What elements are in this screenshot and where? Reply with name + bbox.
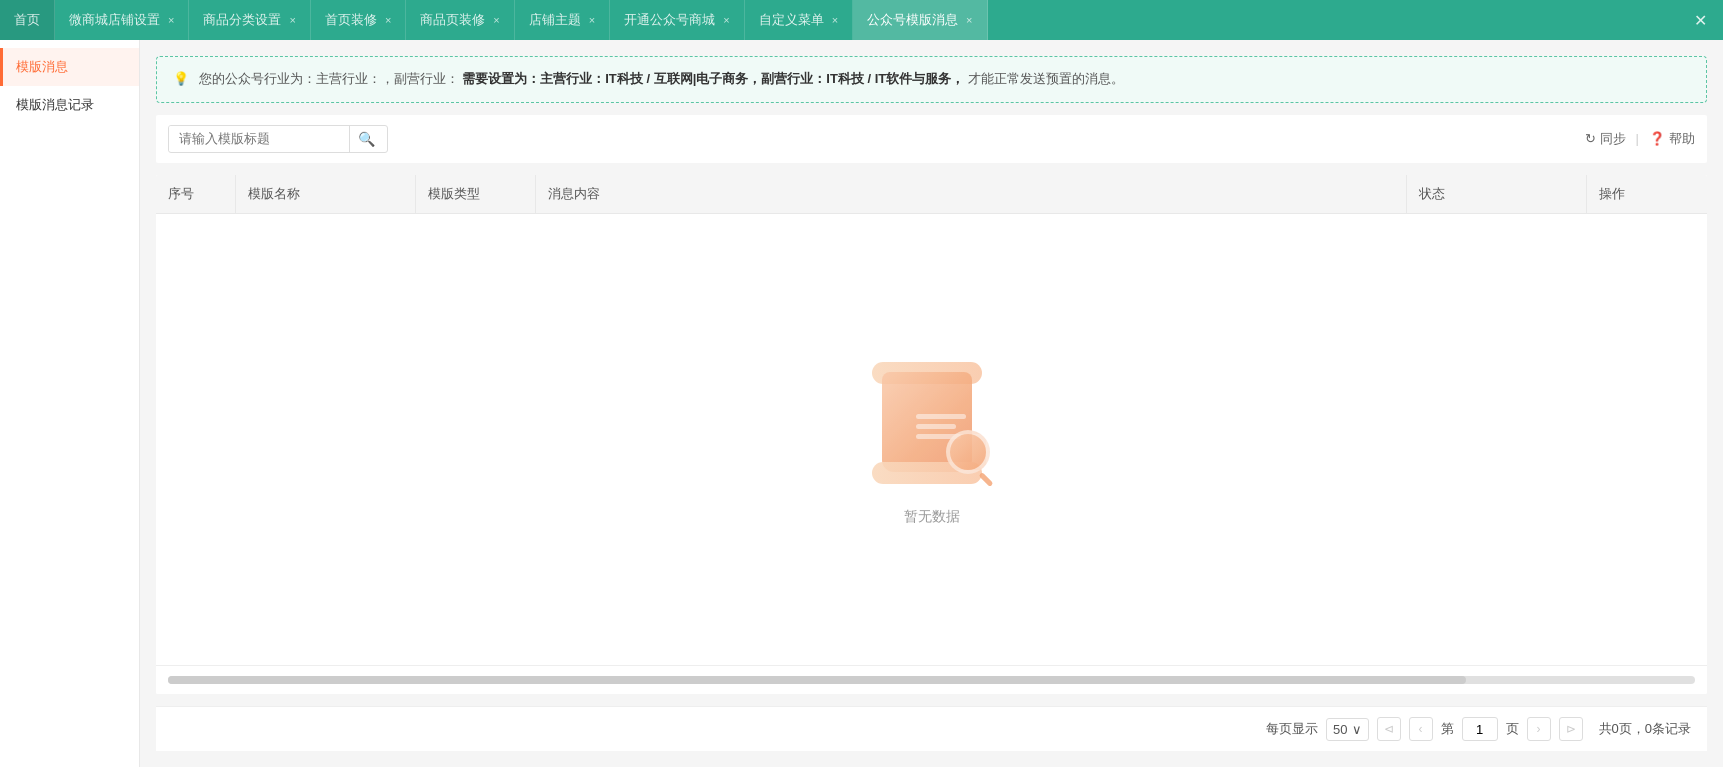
nav-tab-template-msg[interactable]: 公众号模版消息 × bbox=[853, 0, 987, 40]
close-tab-theme[interactable]: × bbox=[589, 14, 595, 26]
main-layout: 模版消息 模版消息记录 💡 您的公众号行业为：主营行业：，副营行业： 需要设置为… bbox=[0, 40, 1723, 767]
sidebar-item-template-record[interactable]: 模版消息记录 bbox=[0, 86, 139, 124]
help-icon: ❓ bbox=[1649, 131, 1665, 146]
page-unit-label: 页 bbox=[1506, 720, 1519, 738]
sync-button[interactable]: ↻ 同步 bbox=[1585, 130, 1626, 148]
col-header-type: 模版类型 bbox=[416, 175, 536, 213]
empty-text: 暂无数据 bbox=[904, 508, 960, 526]
per-page-value: 50 bbox=[1333, 722, 1347, 737]
help-button[interactable]: ❓ 帮助 bbox=[1649, 130, 1695, 148]
search-button[interactable]: 🔍 bbox=[349, 126, 383, 152]
scroll-line1 bbox=[916, 414, 966, 419]
sidebar: 模版消息 模版消息记录 bbox=[0, 40, 140, 767]
scroll-line2 bbox=[916, 424, 956, 429]
nav-tab-theme[interactable]: 店铺主题 × bbox=[515, 0, 610, 40]
nav-tab-product-decor[interactable]: 商品页装修 × bbox=[406, 0, 514, 40]
close-tab-store-settings[interactable]: × bbox=[168, 14, 174, 26]
toolbar: 🔍 ↻ 同步 | ❓ 帮助 bbox=[156, 115, 1707, 163]
col-header-status: 状态 bbox=[1407, 175, 1587, 213]
col-header-index: 序号 bbox=[156, 175, 236, 213]
toolbar-actions: ↻ 同步 | ❓ 帮助 bbox=[1585, 130, 1695, 148]
nav-tab-store-settings[interactable]: 微商城店铺设置 × bbox=[55, 0, 189, 40]
close-tab-category[interactable]: × bbox=[289, 14, 295, 26]
page-number-input[interactable] bbox=[1462, 717, 1498, 741]
data-table: 序号 模版名称 模版类型 消息内容 状态 操作 bbox=[156, 175, 1707, 694]
first-page-button[interactable]: ⊲ bbox=[1377, 717, 1401, 741]
col-header-content: 消息内容 bbox=[536, 175, 1407, 213]
close-tab-product-decor[interactable]: × bbox=[493, 14, 499, 26]
nav-tab-menu[interactable]: 自定义菜单 × bbox=[745, 0, 853, 40]
close-tab-template-msg[interactable]: × bbox=[966, 14, 972, 26]
nav-tab-home[interactable]: 首页 bbox=[0, 0, 55, 40]
prev-page-button[interactable]: ‹ bbox=[1409, 717, 1433, 741]
search-circle-deco bbox=[946, 430, 990, 474]
empty-state: 暂无数据 bbox=[156, 214, 1707, 665]
per-page-label: 每页显示 bbox=[1266, 720, 1318, 738]
search-input[interactable] bbox=[169, 126, 349, 151]
content-area: 💡 您的公众号行业为：主营行业：，副营行业： 需要设置为：主营行业：IT科技 /… bbox=[140, 40, 1723, 767]
toolbar-divider: | bbox=[1636, 131, 1639, 146]
nav-tab-category[interactable]: 商品分类设置 × bbox=[189, 0, 310, 40]
close-tab-menu[interactable]: × bbox=[832, 14, 838, 26]
table-header: 序号 模版名称 模版类型 消息内容 状态 操作 bbox=[156, 175, 1707, 214]
notice-box: 💡 您的公众号行业为：主营行业：，副营行业： 需要设置为：主营行业：IT科技 /… bbox=[156, 56, 1707, 103]
search-handle-deco bbox=[978, 472, 993, 487]
close-tab-mall[interactable]: × bbox=[723, 14, 729, 26]
scrollbar-area bbox=[156, 665, 1707, 694]
horizontal-scrollbar[interactable] bbox=[168, 676, 1695, 684]
scrollbar-thumb bbox=[168, 676, 1466, 684]
notice-icon: 💡 bbox=[173, 71, 189, 86]
per-page-chevron-icon: ∨ bbox=[1352, 722, 1362, 737]
pagination: 每页显示 50 ∨ ⊲ ‹ 第 页 › ⊳ 共0页，0条记录 bbox=[156, 706, 1707, 751]
col-header-name: 模版名称 bbox=[236, 175, 416, 213]
close-all-tabs-button[interactable]: ✕ bbox=[1678, 0, 1723, 40]
empty-icon bbox=[862, 352, 1002, 492]
sidebar-item-template-msg[interactable]: 模版消息 bbox=[0, 48, 139, 86]
last-page-button[interactable]: ⊳ bbox=[1559, 717, 1583, 741]
per-page-select[interactable]: 50 ∨ bbox=[1326, 718, 1368, 741]
search-box: 🔍 bbox=[168, 125, 388, 153]
total-label: 共0页，0条记录 bbox=[1599, 720, 1691, 738]
close-tab-home-decor[interactable]: × bbox=[385, 14, 391, 26]
page-label: 第 bbox=[1441, 720, 1454, 738]
top-nav: 首页 微商城店铺设置 × 商品分类设置 × 首页装修 × 商品页装修 × 店铺主… bbox=[0, 0, 1723, 40]
col-header-action: 操作 bbox=[1587, 175, 1707, 213]
nav-tab-home-decor[interactable]: 首页装修 × bbox=[311, 0, 406, 40]
nav-tab-mall[interactable]: 开通公众号商城 × bbox=[610, 0, 744, 40]
next-page-button[interactable]: › bbox=[1527, 717, 1551, 741]
sync-icon: ↻ bbox=[1585, 131, 1596, 146]
